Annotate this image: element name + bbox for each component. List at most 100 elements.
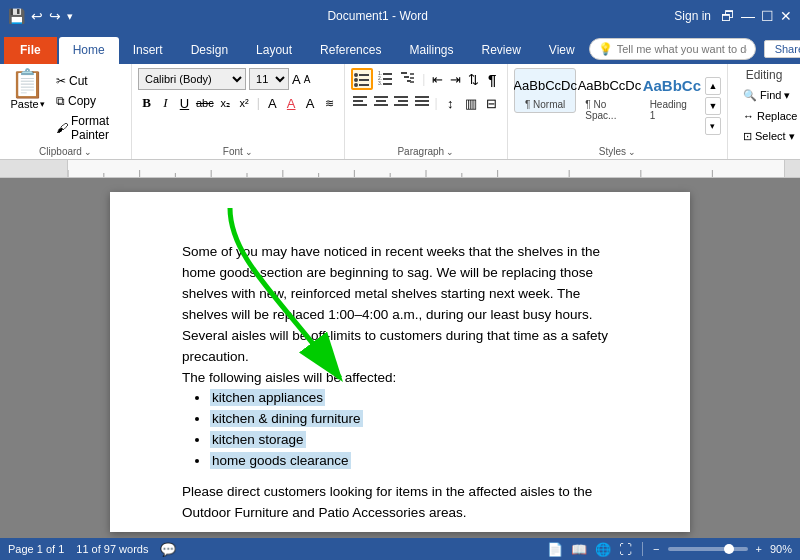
redo-icon[interactable]: ↪: [47, 6, 63, 26]
font-expand-icon[interactable]: ⌄: [245, 147, 253, 157]
zoom-level[interactable]: 90%: [770, 543, 792, 555]
font-effects-button[interactable]: ≋: [321, 92, 338, 114]
svg-rect-28: [415, 100, 429, 102]
tab-references[interactable]: References: [306, 37, 395, 64]
zoom-thumb[interactable]: [724, 544, 734, 554]
more-qat-icon[interactable]: ▾: [65, 8, 75, 25]
tell-me-box[interactable]: 💡: [589, 38, 756, 60]
list-item-1: kitchen appliances: [210, 388, 618, 409]
clear-formatting-button[interactable]: A: [264, 92, 281, 114]
styles-scroll-down[interactable]: ▼: [705, 97, 721, 115]
underline-button[interactable]: U: [176, 92, 193, 114]
styles-group: AaBbCcDc ¶ Normal AaBbCcDc ¶ No Spac... …: [508, 64, 728, 159]
increase-font-icon[interactable]: A: [292, 72, 301, 87]
status-bar: Page 1 of 1 11 of 97 words 💬 📄 📖 🌐 ⛶ − +…: [0, 538, 800, 560]
styles-expand[interactable]: ▾: [705, 117, 721, 135]
style-no-spacing[interactable]: AaBbCcDc ¶ No Spac...: [578, 68, 640, 124]
style-heading-label: Heading 1: [650, 99, 694, 121]
find-button[interactable]: 🔍 Find ▾: [738, 86, 790, 105]
font-color-button[interactable]: A: [283, 92, 300, 114]
bold-button[interactable]: B: [138, 92, 155, 114]
svg-rect-16: [410, 77, 414, 79]
tab-home[interactable]: Home: [59, 37, 119, 64]
highlight-color-button[interactable]: A: [302, 92, 319, 114]
web-layout-icon[interactable]: 🌐: [595, 542, 611, 557]
paragraph-group: 1.2.3. | ⇤ ⇥ ⇅ ¶: [345, 64, 508, 159]
bullets-button[interactable]: [351, 68, 374, 90]
paste-dropdown-icon[interactable]: ▾: [40, 99, 45, 109]
restore-icon[interactable]: 🗗: [721, 8, 735, 24]
tab-view[interactable]: View: [535, 37, 589, 64]
word-count[interactable]: 11 of 97 words: [76, 543, 148, 555]
editing-group: Editing 🔍 Find ▾ ↔ Replace ⊡ Select ▾: [728, 64, 800, 159]
ruler-bar: [0, 160, 800, 178]
styles-expand-icon[interactable]: ⌄: [628, 147, 636, 157]
show-marks-button[interactable]: ¶: [484, 68, 501, 90]
increase-indent-button[interactable]: ⇥: [447, 68, 464, 90]
zoom-out-icon[interactable]: −: [653, 543, 659, 555]
highlight-kitchen-appliances: kitchen appliances: [210, 389, 325, 406]
line-spacing-button[interactable]: ↕: [441, 92, 460, 114]
styles-scroll-up[interactable]: ▲: [705, 77, 721, 95]
decrease-indent-button[interactable]: ⇤: [428, 68, 445, 90]
affected-aisles-list: kitchen appliances kitchen & dining furn…: [210, 388, 618, 472]
undo-icon[interactable]: ↩: [29, 6, 45, 26]
list-item-2: kitchen & dining furniture: [210, 409, 618, 430]
align-left-button[interactable]: [351, 92, 370, 114]
zoom-in-icon[interactable]: +: [756, 543, 762, 555]
replace-button[interactable]: ↔ Replace: [738, 107, 790, 125]
tab-design[interactable]: Design: [177, 37, 242, 64]
borders-button[interactable]: ⊟: [481, 92, 500, 114]
justify-button[interactable]: [412, 92, 431, 114]
minimize-icon[interactable]: —: [741, 8, 755, 24]
clipboard-expand-icon[interactable]: ⌄: [84, 147, 92, 157]
sort-button[interactable]: ⇅: [465, 68, 482, 90]
read-mode-icon[interactable]: 📖: [571, 542, 587, 557]
font-family-select[interactable]: Calibri (Body): [138, 68, 246, 90]
tab-layout[interactable]: Layout: [242, 37, 306, 64]
copy-button[interactable]: ⧉ Copy: [53, 92, 125, 110]
paste-button[interactable]: 📋 Paste ▾: [6, 68, 49, 112]
format-painter-button[interactable]: 🖌 Format Painter: [53, 112, 125, 144]
paragraph-expand-icon[interactable]: ⌄: [446, 147, 454, 157]
page-indicator[interactable]: Page 1 of 1: [8, 543, 64, 555]
zoom-slider[interactable]: [668, 547, 748, 551]
italic-button[interactable]: I: [157, 92, 174, 114]
share-button[interactable]: Share: [764, 40, 800, 58]
highlight-home-goods: home goods clearance: [210, 452, 351, 469]
numbering-button[interactable]: 1.2.3.: [374, 68, 396, 90]
subscript-button[interactable]: x₂: [217, 92, 234, 114]
ruler[interactable]: [68, 160, 784, 177]
tab-mailings[interactable]: Mailings: [395, 37, 467, 64]
maximize-icon[interactable]: ☐: [761, 8, 774, 24]
decrease-font-icon[interactable]: A: [304, 74, 311, 85]
save-icon[interactable]: 💾: [6, 6, 27, 26]
superscript-button[interactable]: x²: [236, 92, 253, 114]
multilevel-list-button[interactable]: [397, 68, 419, 90]
close-icon[interactable]: ✕: [780, 8, 792, 24]
svg-rect-15: [410, 73, 414, 75]
svg-rect-1: [359, 74, 369, 76]
center-button[interactable]: [371, 92, 390, 114]
tab-insert[interactable]: Insert: [119, 37, 177, 64]
tell-me-input[interactable]: [617, 43, 747, 55]
print-layout-icon[interactable]: 📄: [547, 542, 563, 557]
select-button[interactable]: ⊡ Select ▾: [738, 127, 790, 146]
tab-review[interactable]: Review: [467, 37, 534, 64]
highlight-kitchen-storage: kitchen storage: [210, 431, 306, 448]
cut-button[interactable]: ✂ Cut: [53, 72, 125, 90]
focus-mode-icon[interactable]: ⛶: [619, 542, 632, 557]
ribbon-content: 📋 Paste ▾ ✂ Cut ⧉ Copy: [0, 64, 800, 160]
clipboard-group: 📋 Paste ▾ ✂ Cut ⧉ Copy: [0, 64, 132, 159]
document-area[interactable]: Some of you may have noticed in recent w…: [0, 178, 800, 538]
proofing-icon[interactable]: 💬: [160, 542, 176, 557]
style-normal[interactable]: AaBbCcDc ¶ Normal: [514, 68, 576, 113]
tab-file[interactable]: File: [4, 37, 57, 64]
shading-button[interactable]: ▥: [461, 92, 480, 114]
font-size-select[interactable]: 11: [249, 68, 289, 90]
style-heading1[interactable]: AaBbCc Heading 1: [643, 68, 701, 124]
strikethrough-button[interactable]: abc: [195, 92, 215, 114]
align-right-button[interactable]: [392, 92, 411, 114]
style-nospace-label: ¶ No Spac...: [585, 99, 633, 121]
sign-in-link[interactable]: Sign in: [674, 9, 711, 23]
